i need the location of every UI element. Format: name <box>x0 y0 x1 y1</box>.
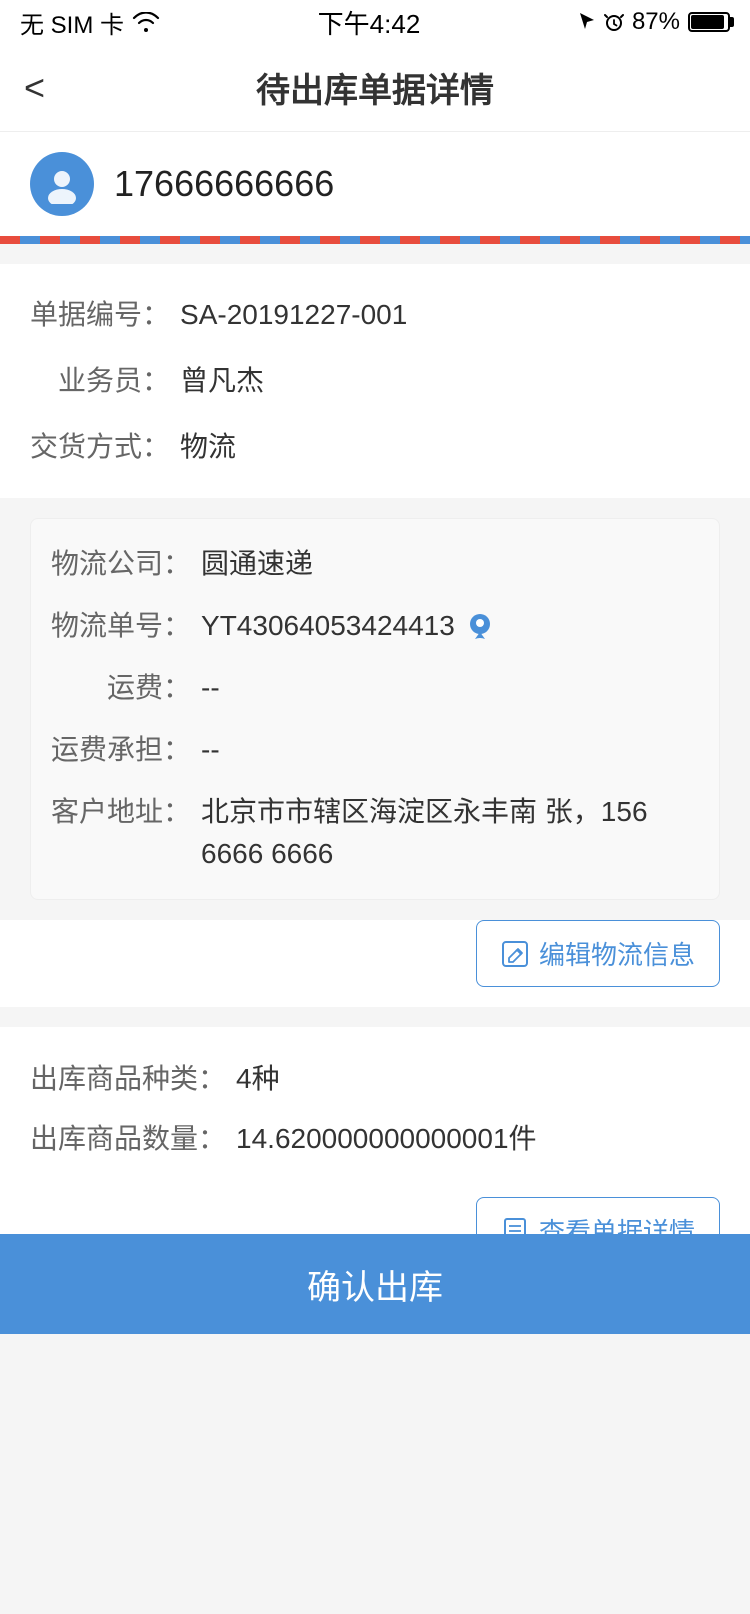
tracking-location-icon[interactable] <box>465 611 495 641</box>
delivery-row: 交货方式： 物流 <box>30 426 720 468</box>
logistics-tracking-row: 物流单号： YT43064053424413 <box>51 605 699 647</box>
avatar <box>30 152 94 216</box>
delivery-label: 交货方式： <box>30 426 170 468</box>
salesman-value: 曾凡杰 <box>180 360 720 402</box>
user-phone: 17666666666 <box>114 163 334 205</box>
edit-logistics-button[interactable]: 编辑物流信息 <box>476 920 720 987</box>
logistics-address-row: 客户地址： 北京市市辖区海淀区永丰南 张，156 6666 6666 <box>51 791 699 875</box>
logistics-address-label: 客户地址： <box>51 791 191 833</box>
edit-btn-row: 编辑物流信息 <box>0 920 750 1007</box>
logistics-company-value: 圆通速递 <box>201 543 699 585</box>
confirm-bar[interactable]: 确认出库 <box>0 1234 750 1334</box>
status-bar-time: 下午4:42 <box>318 4 421 41</box>
logistics-freight-label: 运费： <box>51 667 191 709</box>
section-separator <box>0 1007 750 1027</box>
logistics-address-value: 北京市市辖区海淀区永丰南 张，156 6666 6666 <box>201 791 699 875</box>
carrier-label: 无 SIM 卡 <box>20 5 124 40</box>
salesman-label: 业务员： <box>30 360 170 402</box>
nav-bar: < 待出库单据详情 <box>0 44 750 132</box>
status-bar: 无 SIM 卡 下午4:42 87% <box>0 0 750 44</box>
dashed-divider <box>0 236 750 244</box>
status-bar-right: 87% <box>578 8 730 36</box>
product-section: 出库商品种类： 4种 出库商品数量： 14.620000000000001件 <box>0 1027 750 1197</box>
logistics-freight-bearer-label: 运费承担： <box>51 729 191 771</box>
logistics-freight-bearer-value: -- <box>201 729 699 771</box>
order-info-section: 单据编号： SA-20191227-001 业务员： 曾凡杰 交货方式： 物流 <box>0 264 750 498</box>
product-types-value: 4种 <box>236 1057 280 1097</box>
logistics-freight-value: -- <box>201 667 699 709</box>
wifi-icon <box>132 12 160 32</box>
edit-logistics-label: 编辑物流信息 <box>539 935 695 972</box>
logistics-tracking-label: 物流单号： <box>51 605 191 647</box>
product-types-row: 出库商品种类： 4种 <box>30 1057 720 1097</box>
logistics-company-label: 物流公司： <box>51 543 191 585</box>
logistics-freight-row: 运费： -- <box>51 667 699 709</box>
page-title: 待出库单据详情 <box>256 63 494 112</box>
product-quantity-row: 出库商品数量： 14.620000000000001件 <box>30 1117 720 1157</box>
confirm-button-label: 确认出库 <box>307 1260 443 1309</box>
logistics-tracking-value: YT43064053424413 <box>201 605 699 647</box>
order-number-label: 单据编号： <box>30 294 170 336</box>
delivery-value: 物流 <box>180 426 720 468</box>
logistics-company-row: 物流公司： 圆通速递 <box>51 543 699 585</box>
edit-icon <box>501 940 529 968</box>
battery-label: 87% <box>632 8 680 36</box>
product-quantity-value: 14.620000000000001件 <box>236 1117 537 1157</box>
product-types-label: 出库商品种类： <box>30 1057 226 1097</box>
logistics-card: 物流公司： 圆通速递 物流单号： YT43064053424413 运费： --… <box>30 518 720 900</box>
salesman-row: 业务员： 曾凡杰 <box>30 360 720 402</box>
status-bar-left: 无 SIM 卡 <box>20 5 160 40</box>
battery-icon <box>688 12 730 32</box>
logistics-freight-bearer-row: 运费承担： -- <box>51 729 699 771</box>
product-quantity-label: 出库商品数量： <box>30 1117 226 1157</box>
user-header: 17666666666 <box>0 132 750 236</box>
order-number-row: 单据编号： SA-20191227-001 <box>30 294 720 336</box>
alarm-status-icon <box>604 12 624 32</box>
location-status-icon <box>578 11 596 33</box>
back-button[interactable]: < <box>24 67 45 109</box>
order-number-value: SA-20191227-001 <box>180 294 720 336</box>
